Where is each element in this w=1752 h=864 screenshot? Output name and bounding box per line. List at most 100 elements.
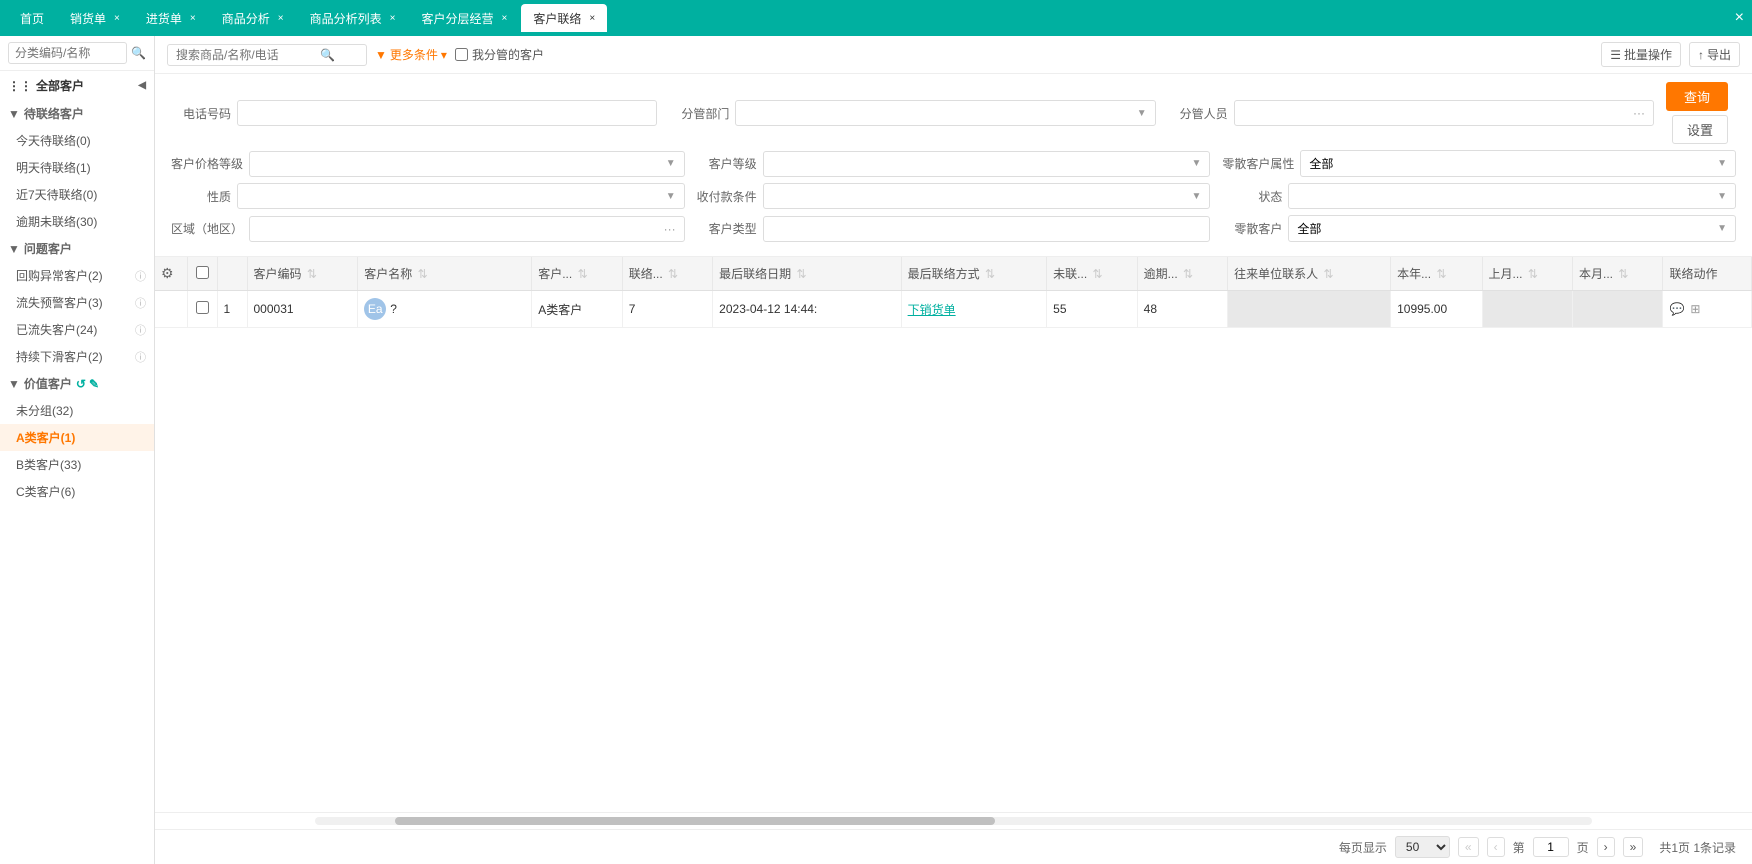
- close-customer-contact-icon[interactable]: ×: [589, 13, 595, 24]
- action-icons-group: 💬 ⊞: [1669, 302, 1745, 316]
- row-checkbox[interactable]: [196, 301, 209, 314]
- next-button[interactable]: ›: [1597, 837, 1615, 857]
- value-customers-section[interactable]: ▼ 价值客户 ↺ ✎: [0, 370, 154, 397]
- sort-company-icon[interactable]: ⇅: [1324, 267, 1334, 281]
- sidebar-item-unclassified[interactable]: 未分组(32): [0, 397, 154, 424]
- query-button[interactable]: 查询: [1666, 82, 1728, 111]
- sort-overdue-icon[interactable]: ⇅: [1183, 267, 1193, 281]
- td-this-month: [1572, 291, 1662, 328]
- tab-customer-contact[interactable]: 客户联络 ×: [521, 4, 607, 32]
- close-product-analysis-icon[interactable]: ×: [278, 13, 284, 24]
- sort-count-icon[interactable]: ⇅: [668, 267, 678, 281]
- sort-year-icon[interactable]: ⇅: [1436, 267, 1446, 281]
- export-button[interactable]: ↑ 导出: [1689, 42, 1740, 67]
- chat-icon[interactable]: 💬: [1669, 302, 1684, 316]
- tab-purchase[interactable]: 进货单 ×: [134, 4, 208, 32]
- td-checkbox: [187, 291, 217, 328]
- filter-search-box[interactable]: 🔍: [167, 44, 367, 66]
- close-sales-icon[interactable]: ×: [114, 13, 120, 24]
- tab-product-analysis-list[interactable]: 商品分析列表 ×: [298, 4, 408, 32]
- sidebar-item-declining[interactable]: 持续下滑客户(2) ⓘ: [0, 343, 154, 370]
- all-customers-header[interactable]: ⋮⋮ 全部客户 ◀: [0, 71, 154, 100]
- filter-search-icon: 🔍: [320, 48, 335, 62]
- sidebar-item-class-b[interactable]: B类客户(33): [0, 451, 154, 478]
- close-all-button[interactable]: ×: [1735, 9, 1744, 27]
- sidebar-item-today[interactable]: 今天待联络(0): [0, 127, 154, 154]
- pending-contact-section[interactable]: ▼ 待联络客户: [0, 100, 154, 127]
- prev-prev-button[interactable]: «: [1458, 837, 1479, 857]
- tab-home[interactable]: 首页: [8, 4, 56, 32]
- close-purchase-icon[interactable]: ×: [190, 13, 196, 24]
- refresh-icon[interactable]: ↺: [76, 377, 86, 391]
- close-customer-layer-icon[interactable]: ×: [501, 13, 507, 24]
- th-last-month: 上月... ⇅: [1482, 257, 1572, 291]
- zero-retail-attr-label: 零散客户属性: [1222, 155, 1294, 172]
- sort-lastmonth-icon[interactable]: ⇅: [1528, 267, 1538, 281]
- zero-retail-input[interactable]: 全部 ▼: [1288, 215, 1736, 242]
- td-last-contact-date: 2023-04-12 14:44:: [713, 291, 901, 328]
- prev-button[interactable]: ‹: [1487, 837, 1505, 857]
- person-label: 分管人员: [1168, 105, 1228, 122]
- td-customer-name: Ea ?: [358, 291, 532, 328]
- sort-method-icon[interactable]: ⇅: [985, 267, 995, 281]
- my-customers-checkbox[interactable]: [455, 48, 468, 61]
- customer-type-input[interactable]: [763, 216, 1211, 242]
- close-product-list-icon[interactable]: ×: [390, 13, 396, 24]
- price-level-input[interactable]: ▼: [249, 151, 685, 177]
- sidebar-item-tomorrow[interactable]: 明天待联络(1): [0, 154, 154, 181]
- select-all-checkbox[interactable]: [196, 266, 209, 279]
- table-area: ⚙ 客户编码 ⇅ 客户名称 ⇅: [155, 257, 1752, 812]
- my-customers-filter[interactable]: 我分管的客户: [455, 46, 544, 63]
- nature-input[interactable]: ▼: [237, 183, 685, 209]
- problem-customers-section[interactable]: ▼ 问题客户: [0, 235, 154, 262]
- settings-button[interactable]: 设置: [1672, 115, 1728, 144]
- region-input[interactable]: ···: [249, 216, 685, 242]
- sidebar-item-overdue[interactable]: 逾期未联络(30): [0, 208, 154, 235]
- tab-customer-layer[interactable]: 客户分层经营 ×: [409, 4, 519, 32]
- filter-more-conditions[interactable]: ▼ 更多条件 ▾: [375, 46, 447, 63]
- sort-nocontact-icon[interactable]: ⇅: [1093, 267, 1103, 281]
- person-input[interactable]: ···: [1234, 100, 1654, 126]
- sort-thismonth-icon[interactable]: ⇅: [1618, 267, 1628, 281]
- sidebar-item-repurchase[interactable]: 回购异常客户(2) ⓘ: [0, 262, 154, 289]
- dept-field: 分管部门 ▼: [669, 100, 1155, 126]
- per-page-select[interactable]: 50 100 200: [1395, 836, 1450, 858]
- sort-name-icon[interactable]: ⇅: [418, 267, 428, 281]
- th-contact-count: 联络... ⇅: [622, 257, 712, 291]
- filter-search-input[interactable]: [176, 48, 316, 62]
- phone-label: 电话号码: [171, 105, 231, 122]
- tab-sales[interactable]: 销货单 ×: [58, 4, 132, 32]
- zero-retail-attr-input[interactable]: 全部 ▼: [1300, 150, 1736, 177]
- phone-input[interactable]: [237, 100, 657, 126]
- sidebar-search-input[interactable]: [8, 42, 127, 64]
- td-index: 1: [217, 291, 247, 328]
- sort-type-icon[interactable]: ⇅: [578, 267, 588, 281]
- td-company-contact: [1228, 291, 1391, 328]
- arrow-down-icon3: ▼: [8, 377, 20, 391]
- qr-icon[interactable]: ⊞: [1690, 302, 1700, 316]
- region-dots: ···: [664, 222, 676, 236]
- sidebar-item-churned[interactable]: 已流失客户(24) ⓘ: [0, 316, 154, 343]
- customer-level-input[interactable]: ▼: [763, 151, 1211, 177]
- sidebar-item-class-a[interactable]: A类客户(1): [0, 424, 154, 451]
- td-no-contact-days: 55: [1047, 291, 1137, 328]
- page-input[interactable]: [1533, 837, 1569, 857]
- status-input[interactable]: ▼: [1288, 183, 1736, 209]
- edit-icon[interactable]: ✎: [89, 377, 99, 391]
- dept-input[interactable]: ▼: [735, 100, 1155, 126]
- contact-method-link[interactable]: 下销货单: [908, 303, 956, 317]
- gear-button[interactable]: ⚙: [161, 265, 174, 282]
- th-last-contact-method: 最后联络方式 ⇅: [901, 257, 1047, 291]
- sort-code-icon[interactable]: ⇅: [307, 267, 317, 281]
- batch-ops-button[interactable]: ☰ 批量操作: [1601, 42, 1681, 67]
- sidebar-item-class-c[interactable]: C类客户(6): [0, 478, 154, 505]
- scroll-thumb[interactable]: [395, 817, 995, 825]
- sort-date-icon[interactable]: ⇅: [797, 267, 807, 281]
- tab-product-analysis[interactable]: 商品分析 ×: [210, 4, 296, 32]
- sidebar-search-icon[interactable]: 🔍: [131, 46, 146, 60]
- sidebar-item-churn-warning[interactable]: 流失预警客户(3) ⓘ: [0, 289, 154, 316]
- filter-bar: 🔍 ▼ 更多条件 ▾ 我分管的客户 ☰ 批量操作 ↑ 导出: [155, 36, 1752, 74]
- payment-input[interactable]: ▼: [763, 183, 1211, 209]
- next-next-button[interactable]: »: [1623, 837, 1644, 857]
- sidebar-item-7days[interactable]: 近7天待联络(0): [0, 181, 154, 208]
